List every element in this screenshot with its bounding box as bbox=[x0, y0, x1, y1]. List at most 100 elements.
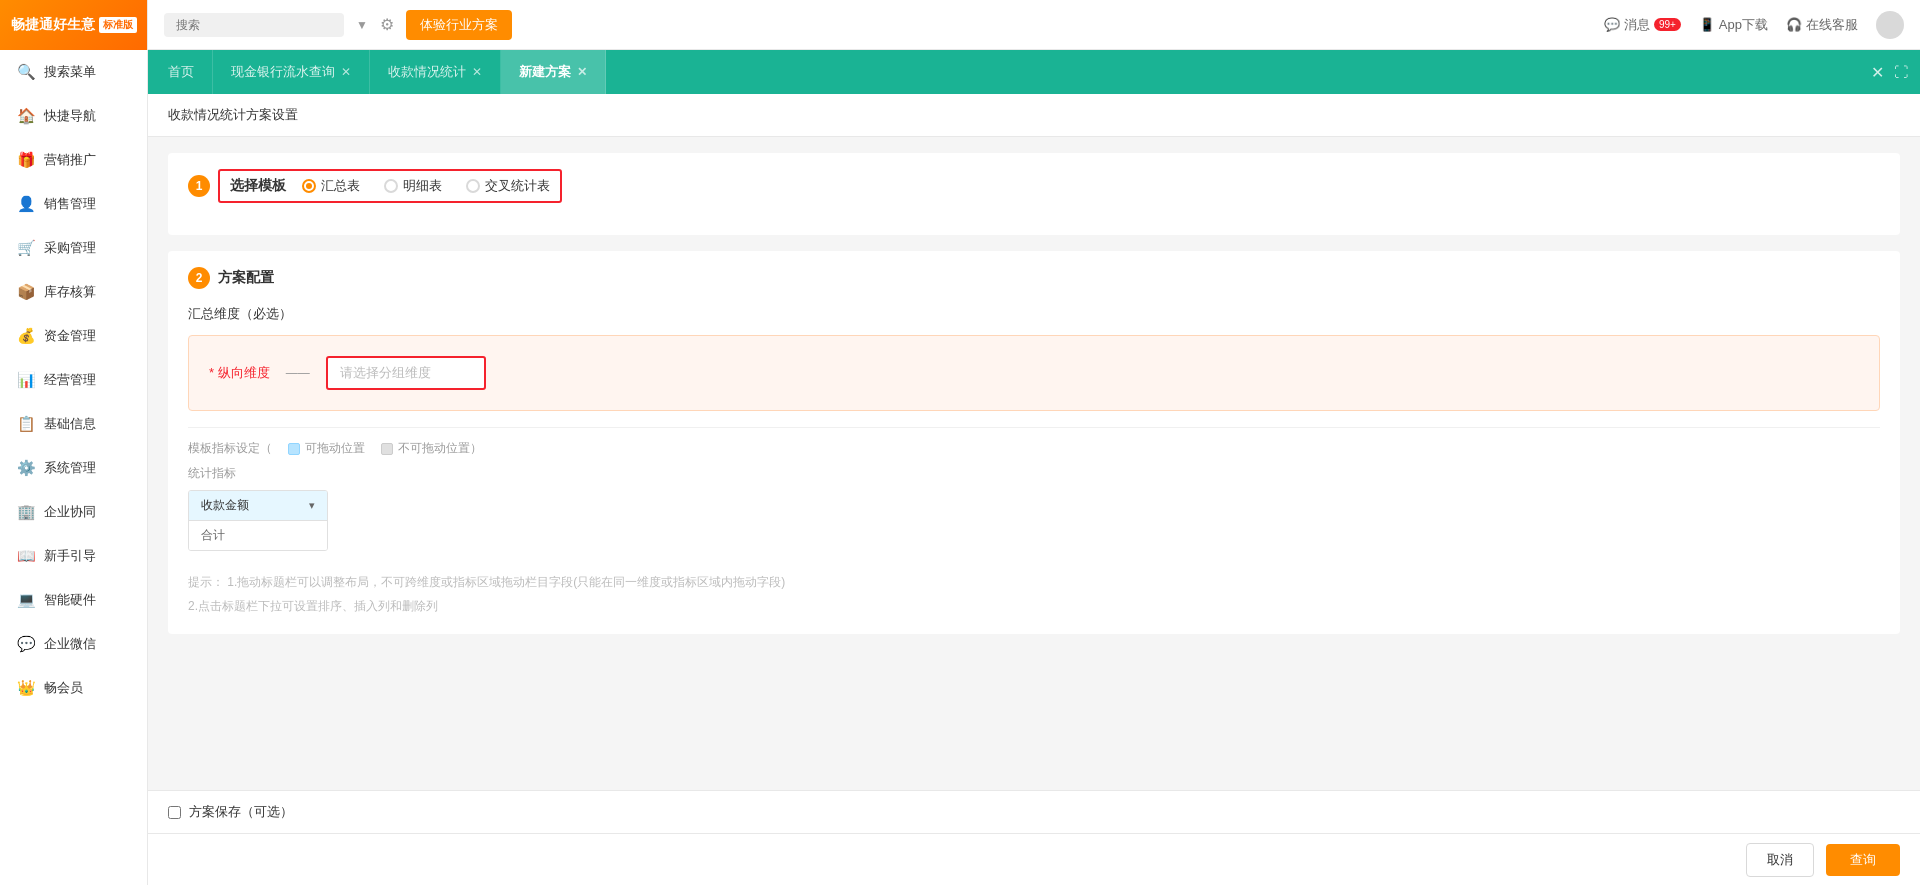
dimension-select[interactable]: 请选择分组维度 bbox=[326, 356, 486, 390]
sidebar-item-basic[interactable]: 📋 基础信息 bbox=[0, 402, 147, 446]
sidebar-item-label: 资金管理 bbox=[44, 327, 96, 345]
tab-receipts[interactable]: 收款情况统计 ✕ bbox=[370, 50, 501, 94]
sidebar-item-label: 智能硬件 bbox=[44, 591, 96, 609]
message-button[interactable]: 💬 消息 99+ bbox=[1604, 16, 1681, 34]
sidebar-item-search[interactable]: 🔍 搜索菜单 bbox=[0, 50, 147, 94]
radio-cross[interactable]: 交叉统计表 bbox=[466, 177, 550, 195]
sidebar-item-system[interactable]: ⚙️ 系统管理 bbox=[0, 446, 147, 490]
sidebar-logo: 畅捷通好生意 标准版 bbox=[0, 0, 147, 50]
box-icon: 📦 bbox=[16, 282, 36, 302]
crown-icon: 👑 bbox=[16, 678, 36, 698]
service-button[interactable]: 🎧 在线客服 bbox=[1786, 16, 1858, 34]
tip-line1: 提示： 1.拖动标题栏可以调整布局，不可跨维度或指标区域拖动栏目字段(只能在同一… bbox=[188, 570, 1880, 594]
logo-text: 畅捷通好生意 bbox=[11, 16, 95, 34]
tab-home-label: 首页 bbox=[168, 63, 194, 81]
sidebar-item-label: 经营管理 bbox=[44, 371, 96, 389]
content-area: 收款情况统计方案设置 1 选择模板 汇总表 bbox=[148, 94, 1920, 885]
fixed-dot bbox=[381, 443, 393, 455]
sidebar-item-corp[interactable]: 🏢 企业协同 bbox=[0, 490, 147, 534]
tab-close-all-icon[interactable]: ✕ bbox=[1871, 63, 1884, 82]
sidebar-item-operations[interactable]: 📊 经营管理 bbox=[0, 358, 147, 402]
service-label: 在线客服 bbox=[1806, 16, 1858, 34]
tab-actions: ✕ ⛶ bbox=[1859, 50, 1920, 94]
indicator-section: 模板指标设定（ 可拖动位置 不可拖动位置） 统计指标 收款 bbox=[188, 440, 1880, 554]
dimension-title: 汇总维度（必选） bbox=[188, 305, 1880, 323]
page-title: 收款情况统计方案设置 bbox=[168, 107, 298, 122]
tab-home[interactable]: 首页 bbox=[148, 50, 213, 94]
sidebar-item-member[interactable]: 👑 畅会员 bbox=[0, 666, 147, 710]
home-icon: 🏠 bbox=[16, 106, 36, 126]
bottom-action-bar: 取消 查询 bbox=[148, 833, 1920, 885]
sidebar-item-label: 快捷导航 bbox=[44, 107, 96, 125]
tab-expand-icon[interactable]: ⛶ bbox=[1894, 64, 1908, 80]
cancel-button[interactable]: 取消 bbox=[1746, 843, 1814, 877]
dimension-placeholder: 请选择分组维度 bbox=[340, 365, 431, 380]
tab-spacer bbox=[606, 50, 1859, 94]
tab-new-plan-label: 新建方案 bbox=[519, 63, 571, 81]
stats-label: 统计指标 bbox=[188, 465, 1880, 482]
dropdown-icon[interactable]: ▾ bbox=[309, 499, 315, 512]
trial-button[interactable]: 体验行业方案 bbox=[406, 10, 512, 40]
money-icon: 💰 bbox=[16, 326, 36, 346]
laptop-icon: 💻 bbox=[16, 590, 36, 610]
sidebar-item-label: 企业微信 bbox=[44, 635, 96, 653]
topbar: ▼ ⚙ 体验行业方案 💬 消息 99+ 📱 App下载 🎧 在线客服 bbox=[148, 0, 1920, 50]
sidebar-item-hardware[interactable]: 💻 智能硬件 bbox=[0, 578, 147, 622]
sidebar-item-marketing[interactable]: 🎁 营销推广 bbox=[0, 138, 147, 182]
sidebar: 畅捷通好生意 标准版 🔍 搜索菜单 🏠 快捷导航 🎁 营销推广 👤 销售管理 🛒… bbox=[0, 0, 148, 885]
list-icon: 📋 bbox=[16, 414, 36, 434]
sidebar-item-quicknav[interactable]: 🏠 快捷导航 bbox=[0, 94, 147, 138]
hint-fixed-label: 不可拖动位置） bbox=[398, 440, 482, 457]
chevron-down-icon[interactable]: ▼ bbox=[356, 18, 368, 32]
download-label: App下载 bbox=[1719, 16, 1768, 34]
book-icon: 📖 bbox=[16, 546, 36, 566]
tab-cashflow[interactable]: 现金银行流水查询 ✕ bbox=[213, 50, 370, 94]
radio-cross-circle bbox=[466, 179, 480, 193]
chat-icon: 💬 bbox=[16, 634, 36, 654]
stats-table-header[interactable]: 收款金额 ▾ bbox=[189, 491, 327, 521]
tab-new-plan-close[interactable]: ✕ bbox=[577, 65, 587, 79]
stats-column-label: 收款金额 bbox=[201, 497, 249, 514]
search-input[interactable] bbox=[164, 13, 344, 37]
user-icon: 👤 bbox=[16, 194, 36, 214]
query-button[interactable]: 查询 bbox=[1826, 844, 1900, 876]
step2-title: 方案配置 bbox=[218, 269, 274, 287]
step1-title: 选择模板 bbox=[230, 177, 286, 195]
sidebar-item-label: 畅会员 bbox=[44, 679, 83, 697]
tab-receipts-close[interactable]: ✕ bbox=[472, 65, 482, 79]
message-badge: 99+ bbox=[1654, 18, 1681, 31]
template-radio-group: 汇总表 明细表 交叉统计表 bbox=[302, 177, 550, 195]
logo-badge: 标准版 bbox=[99, 17, 137, 33]
chart-icon: 📊 bbox=[16, 370, 36, 390]
page-body: 1 选择模板 汇总表 明细表 bbox=[148, 137, 1920, 790]
section-divider bbox=[188, 427, 1880, 428]
sidebar-item-sales[interactable]: 👤 销售管理 bbox=[0, 182, 147, 226]
indicator-hint: 模板指标设定（ 可拖动位置 不可拖动位置） bbox=[188, 440, 1880, 457]
tab-cashflow-label: 现金银行流水查询 bbox=[231, 63, 335, 81]
step1-section: 1 选择模板 汇总表 明细表 bbox=[168, 153, 1900, 235]
gift-icon: 🎁 bbox=[16, 150, 36, 170]
tips-area: 提示： 1.拖动标题栏可以调整布局，不可跨维度或指标区域拖动栏目字段(只能在同一… bbox=[188, 570, 1880, 618]
step1-badge: 1 bbox=[188, 175, 210, 197]
sidebar-item-guide[interactable]: 📖 新手引导 bbox=[0, 534, 147, 578]
sidebar-item-inventory[interactable]: 📦 库存核算 bbox=[0, 270, 147, 314]
avatar[interactable] bbox=[1876, 11, 1904, 39]
tab-new-plan[interactable]: 新建方案 ✕ bbox=[501, 50, 606, 94]
download-button[interactable]: 📱 App下载 bbox=[1699, 16, 1768, 34]
tab-cashflow-close[interactable]: ✕ bbox=[341, 65, 351, 79]
settings-icon[interactable]: ⚙ bbox=[380, 15, 394, 34]
radio-detail[interactable]: 明细表 bbox=[384, 177, 442, 195]
sidebar-item-label: 搜索菜单 bbox=[44, 63, 96, 81]
sidebar-item-finance[interactable]: 💰 资金管理 bbox=[0, 314, 147, 358]
sidebar-item-purchase[interactable]: 🛒 采购管理 bbox=[0, 226, 147, 270]
step2-badge: 2 bbox=[188, 267, 210, 289]
save-plan-checkbox[interactable] bbox=[168, 806, 181, 819]
sidebar-item-wechat[interactable]: 💬 企业微信 bbox=[0, 622, 147, 666]
step2-section: 2 方案配置 汇总维度（必选） * 纵向维度 —— 请选择分组维度 bbox=[168, 251, 1900, 634]
topbar-left: ▼ ⚙ 体验行业方案 bbox=[164, 10, 512, 40]
page-header: 收款情况统计方案设置 bbox=[148, 94, 1920, 137]
radio-summary[interactable]: 汇总表 bbox=[302, 177, 360, 195]
tip-line2: 2.点击标题栏下拉可设置排序、插入列和删除列 bbox=[188, 594, 1880, 618]
sidebar-item-label: 营销推广 bbox=[44, 151, 96, 169]
movable-dot bbox=[288, 443, 300, 455]
